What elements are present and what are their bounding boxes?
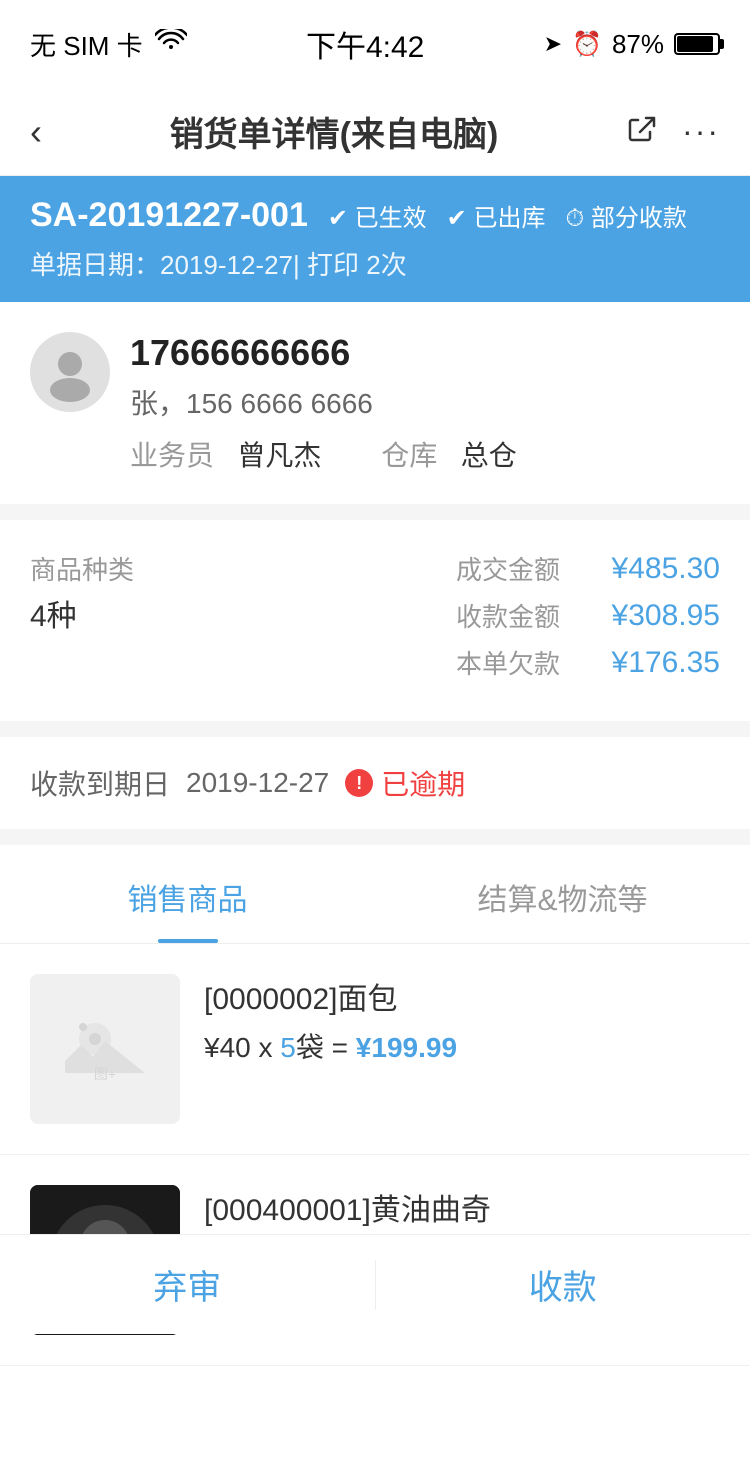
product-name-1: 面包 xyxy=(337,983,397,1016)
multiply-1: x xyxy=(259,1032,281,1063)
total-1: ¥199.99 xyxy=(356,1032,457,1063)
due-row: 本单欠款 ¥176.35 xyxy=(456,644,720,681)
base-price-1: ¥40 xyxy=(204,1032,251,1063)
collected-row: 收款金额 ¥308.95 xyxy=(456,597,720,634)
salesperson-label: 业务员 xyxy=(130,440,214,471)
salesperson-value: 曾凡杰 xyxy=(237,440,321,471)
unit-1: 袋 xyxy=(296,1032,324,1063)
tab-products-label: 销售商品 xyxy=(128,884,248,917)
cancel-button[interactable]: 弃审 xyxy=(0,1240,375,1329)
order-header-banner: SA-20191227-001 ✔ 已生效 ✔ 已出库 ⏱ 部分收款 单据日期：… xyxy=(0,176,750,302)
status-badge-partial: ⏱ 部分收款 xyxy=(565,198,686,233)
product-types-value: 4种 xyxy=(30,591,134,635)
customer-id: 17666666666 xyxy=(130,332,720,374)
status-badge-shipped: ✔ 已出库 xyxy=(447,198,546,233)
product-code-2: [000400001] xyxy=(204,1194,371,1227)
tab-products[interactable]: 销售商品 xyxy=(0,845,375,943)
order-date-info: 单据日期：2019-12-27| 打印 2次 xyxy=(30,245,720,282)
confirm-button[interactable]: 收款 xyxy=(376,1240,750,1329)
location-icon: ➤ xyxy=(544,31,562,57)
tab-settlement-label: 结算&物流等 xyxy=(477,884,647,917)
overdue-dot-icon: ! xyxy=(345,769,373,797)
status-left: 无 SIM 卡 xyxy=(30,26,187,63)
due-date-label: 收款到期日 xyxy=(30,763,170,803)
page-title: 销货单详情(来自电脑) xyxy=(170,107,499,156)
battery-icon xyxy=(674,33,720,55)
overdue-badge: ! 已逾期 xyxy=(345,763,465,803)
order-id: SA-20191227-001 xyxy=(30,196,308,235)
status-badge-active: ✔ 已生效 xyxy=(328,198,427,233)
tabs-section: 销售商品 结算&物流等 xyxy=(0,845,750,944)
customer-info: 17666666666 张，156 6666 6666 业务员 曾凡杰 仓库 总… xyxy=(130,332,720,474)
back-button[interactable]: ‹ xyxy=(30,111,42,153)
warehouse-value: 总仓 xyxy=(461,440,517,471)
product-types-label: 商品种类 xyxy=(30,550,134,587)
product-name-2: 黄油曲奇 xyxy=(371,1194,491,1227)
status-bar: 无 SIM 卡 下午4:42 ➤ ⏰ 87% xyxy=(0,0,750,88)
quantity-1: 5 xyxy=(280,1032,296,1063)
svg-text:图+: 图+ xyxy=(94,1066,116,1082)
bottom-bar: 弃审 收款 xyxy=(0,1234,750,1334)
product-thumbnail-1: 图+ xyxy=(30,974,180,1124)
product-code-name-2: [000400001]黄油曲奇 xyxy=(204,1185,720,1229)
order-date: 2019-12-27 xyxy=(160,250,293,280)
tab-settlement[interactable]: 结算&物流等 xyxy=(375,845,750,943)
warehouse-label: 仓库 xyxy=(381,440,437,471)
alarm-icon: ⏰ xyxy=(572,30,602,59)
deal-amount-row: 成交金额 ¥485.30 xyxy=(456,550,720,587)
nav-bar: ‹ 销货单详情(来自电脑) ··· xyxy=(0,88,750,176)
share-button[interactable] xyxy=(626,112,658,152)
collected-label: 收款金额 xyxy=(456,597,560,634)
customer-name-phone: 张，156 6666 6666 xyxy=(130,382,720,422)
amount-stats: 成交金额 ¥485.30 收款金额 ¥308.95 本单欠款 ¥176.35 xyxy=(456,550,720,691)
collected-value: ¥308.95 xyxy=(580,599,720,633)
print-suffix: 次 xyxy=(381,250,407,280)
product-price-1: ¥40 x 5袋 = ¥199.99 xyxy=(204,1026,720,1066)
print-label: | 打印 xyxy=(293,250,359,280)
wifi-icon xyxy=(155,28,187,60)
products-list: 图+ [0000002]面包 ¥40 x 5袋 = ¥199.99 xyxy=(0,944,750,1476)
product-code-1: [0000002] xyxy=(204,983,337,1016)
equals-1: = xyxy=(332,1032,356,1063)
customer-section: 17666666666 张，156 6666 6666 业务员 曾凡杰 仓库 总… xyxy=(0,302,750,504)
status-time: 下午4:42 xyxy=(306,22,424,66)
battery-percent: 87% xyxy=(612,29,664,60)
print-count: 2 xyxy=(366,250,380,280)
list-item: 图+ [0000002]面包 ¥40 x 5袋 = ¥199.99 xyxy=(0,944,750,1155)
product-code-name-1: [0000002]面包 xyxy=(204,974,720,1018)
deal-amount-label: 成交金额 xyxy=(456,550,560,587)
stats-section: 商品种类 4种 成交金额 ¥485.30 收款金额 ¥308.95 本单欠款 ¥… xyxy=(0,520,750,721)
order-header-top: SA-20191227-001 ✔ 已生效 ✔ 已出库 ⏱ 部分收款 xyxy=(30,196,720,235)
carrier-label: 无 SIM 卡 xyxy=(30,26,143,63)
product-types: 商品种类 4种 xyxy=(30,550,134,635)
due-section: 收款到期日 2019-12-27 ! 已逾期 xyxy=(0,737,750,829)
deal-amount-value: ¥485.30 xyxy=(580,552,720,586)
customer-meta: 业务员 曾凡杰 仓库 总仓 xyxy=(130,434,720,474)
due-date-value: 2019-12-27 xyxy=(186,767,329,799)
due-label: 本单欠款 xyxy=(456,644,560,681)
nav-actions: ··· xyxy=(626,112,720,152)
overdue-label: 已逾期 xyxy=(381,763,465,803)
due-value: ¥176.35 xyxy=(580,646,720,680)
date-label: 单据日期： xyxy=(30,250,160,280)
more-button[interactable]: ··· xyxy=(682,113,720,150)
avatar xyxy=(30,332,110,412)
status-right: ➤ ⏰ 87% xyxy=(544,29,720,60)
product-placeholder-icon-1: 图+ xyxy=(30,974,180,1124)
product-details-1: [0000002]面包 ¥40 x 5袋 = ¥199.99 xyxy=(204,974,720,1066)
